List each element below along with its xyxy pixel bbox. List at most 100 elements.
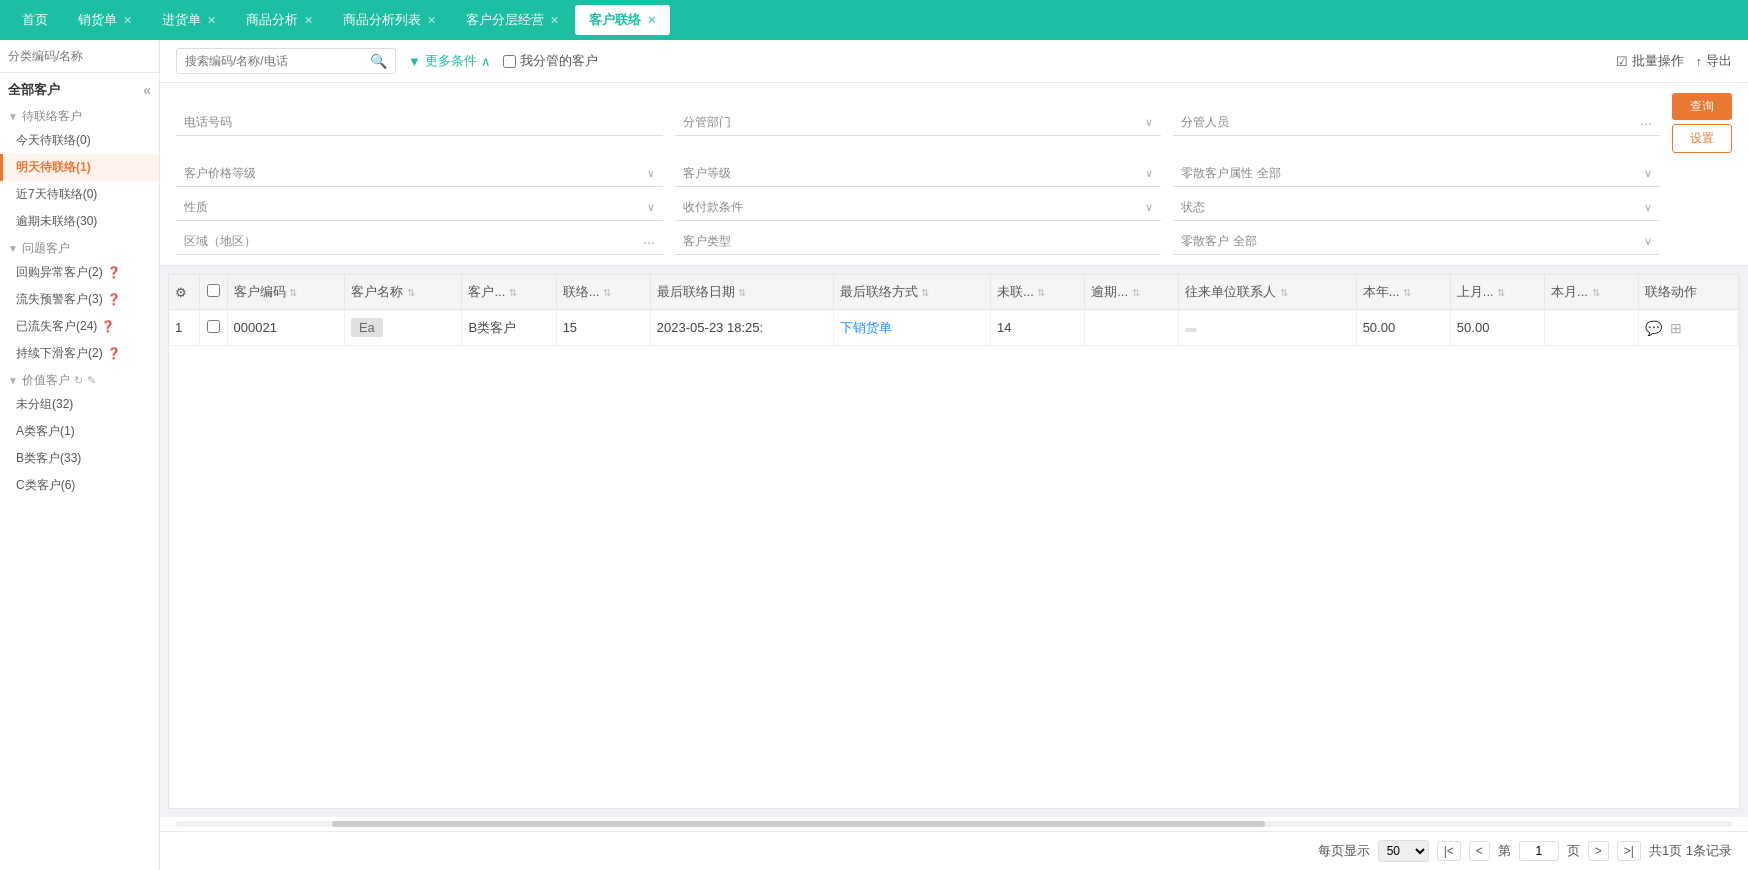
- sort-date-icon[interactable]: ⇅: [738, 287, 746, 298]
- select-all-checkbox[interactable]: [207, 284, 220, 297]
- export-button[interactable]: ↑ 导出: [1696, 52, 1733, 70]
- sort-unlisted-icon[interactable]: ⇅: [1037, 287, 1045, 298]
- export-icon: ↑: [1696, 54, 1703, 69]
- nav-product-analysis[interactable]: 商品分析 ✕: [232, 5, 327, 35]
- customer-grade-dropdown-icon[interactable]: ∨: [1145, 167, 1153, 180]
- sort-name-icon[interactable]: ⇅: [407, 287, 415, 298]
- page-size-select[interactable]: 50 100 200: [1378, 840, 1429, 862]
- toolbar-right: ☑ 批量操作 ↑ 导出: [1616, 52, 1733, 70]
- cell-code: 000021: [227, 310, 344, 346]
- sidebar-item-declining[interactable]: 持续下滑客户(2) ❓: [0, 340, 159, 367]
- sidebar-item-today-contact[interactable]: 今天待联络(0): [0, 127, 159, 154]
- nav-customer-segmentation[interactable]: 客户分层经营 ✕: [452, 5, 573, 35]
- sidebar-item-overdue-contact[interactable]: 逾期未联络(30): [0, 208, 159, 235]
- sidebar-item-ungrouped[interactable]: 未分组(32): [0, 391, 159, 418]
- row-checkbox[interactable]: [207, 320, 220, 333]
- collapse-sidebar-icon[interactable]: «: [143, 82, 151, 98]
- value-customer-edit-icon[interactable]: ✎: [87, 374, 96, 387]
- col-this-year: 本年... ⇅: [1356, 275, 1450, 310]
- close-customer-segmentation-icon[interactable]: ✕: [550, 14, 559, 27]
- my-customer-checkbox-wrap[interactable]: 我分管的客户: [503, 52, 598, 70]
- filter-manager: 分管人员 ···: [1173, 110, 1660, 136]
- last-method-link[interactable]: 下销货单: [840, 320, 892, 335]
- sort-partner-icon[interactable]: ⇅: [1280, 287, 1288, 298]
- col-partner-contact: 往来单位联系人 ⇅: [1179, 275, 1356, 310]
- prev-page-button[interactable]: <: [1469, 841, 1490, 861]
- my-customer-checkbox[interactable]: [503, 55, 516, 68]
- sort-overdue-icon[interactable]: ⇅: [1132, 287, 1140, 298]
- filter-retail-customer-label: 零散客户 全部: [1181, 233, 1256, 250]
- next-page-button[interactable]: >: [1588, 841, 1609, 861]
- payment-terms-dropdown-icon[interactable]: ∨: [1145, 201, 1153, 214]
- sort-method-icon[interactable]: ⇅: [921, 287, 929, 298]
- sort-thismonth-icon[interactable]: ⇅: [1592, 287, 1600, 298]
- region-dots-icon[interactable]: ···: [643, 234, 655, 250]
- sidebar-item-abnormal-repurchase[interactable]: 回购异常客户(2) ❓: [0, 259, 159, 286]
- sort-lastmonth-icon[interactable]: ⇅: [1497, 287, 1505, 298]
- close-product-analysis-list-icon[interactable]: ✕: [427, 14, 436, 27]
- page-label: 第: [1498, 842, 1511, 860]
- table-header-row: ⚙ 客户编码 ⇅ 客户名称 ⇅ 客户... ⇅: [169, 275, 1739, 310]
- customer-name-masked: Ea: [351, 318, 383, 337]
- close-purchase-order-icon[interactable]: ✕: [207, 14, 216, 27]
- help-icon: ❓: [107, 293, 121, 306]
- sidebar-item-class-a[interactable]: A类客户(1): [0, 418, 159, 445]
- filter-price-grade: 客户价格等级 ∨: [176, 161, 663, 187]
- sort-code-icon[interactable]: ⇅: [289, 287, 297, 298]
- retail-attr-dropdown-icon[interactable]: ∨: [1644, 167, 1652, 180]
- close-customer-contact-icon[interactable]: ✕: [647, 14, 656, 27]
- sidebar-item-class-c[interactable]: C类客户(6): [0, 472, 159, 499]
- sidebar-item-7day-contact[interactable]: 近7天待联络(0): [0, 181, 159, 208]
- filter-panel: 电话号码 分管部门 ∨ 分管人员 ··· 查询 设置 客户价格等级: [160, 83, 1748, 266]
- nav-product-analysis-list[interactable]: 商品分析列表 ✕: [329, 5, 450, 35]
- dept-dropdown-icon[interactable]: ∨: [1145, 116, 1153, 129]
- partner-masked: [1185, 328, 1197, 332]
- filter-dept-label: 分管部门: [683, 114, 753, 131]
- nav-customer-contact[interactable]: 客户联络 ✕: [575, 5, 670, 35]
- sidebar-item-churn-warning[interactable]: 流失预警客户(3) ❓: [0, 286, 159, 313]
- sort-contact-icon[interactable]: ⇅: [603, 287, 611, 298]
- filter-manager-label: 分管人员: [1181, 114, 1251, 131]
- filter-row-2: 客户价格等级 ∨ 客户等级 ∨ 零散客户属性 全部 ∨: [176, 161, 1732, 187]
- nav-purchase-order[interactable]: 进货单 ✕: [148, 5, 230, 35]
- nav-sales-order[interactable]: 销货单 ✕: [64, 5, 146, 35]
- filter-payment-terms-label: 收付款条件: [683, 199, 753, 216]
- nature-dropdown-icon[interactable]: ∨: [647, 201, 655, 214]
- batch-ops-button[interactable]: ☑ 批量操作: [1616, 52, 1684, 70]
- page-size-label: 每页显示: [1318, 842, 1370, 860]
- filter-retail-attr-label: 零散客户属性 全部: [1181, 165, 1280, 182]
- nav-home[interactable]: 首页: [8, 5, 62, 35]
- status-dropdown-icon[interactable]: ∨: [1644, 201, 1652, 214]
- sort-year-icon[interactable]: ⇅: [1403, 287, 1411, 298]
- scrollbar-thumb[interactable]: [332, 821, 1266, 827]
- search-toolbar-icon[interactable]: 🔍: [370, 53, 387, 69]
- reset-button[interactable]: 设置: [1672, 124, 1732, 153]
- last-page-button[interactable]: >|: [1617, 841, 1641, 861]
- first-page-button[interactable]: |<: [1437, 841, 1461, 861]
- sort-cat-icon[interactable]: ⇅: [509, 287, 517, 298]
- price-grade-dropdown-icon[interactable]: ∨: [647, 167, 655, 180]
- sidebar-item-churned[interactable]: 已流失客户(24) ❓: [0, 313, 159, 340]
- cell-last-method: 下销货单: [833, 310, 990, 346]
- more-filter-button[interactable]: ▼ 更多条件 ∧: [408, 52, 491, 70]
- cell-partner: [1179, 310, 1356, 346]
- close-product-analysis-icon[interactable]: ✕: [304, 14, 313, 27]
- query-button[interactable]: 查询: [1672, 93, 1732, 120]
- close-sales-order-icon[interactable]: ✕: [123, 14, 132, 27]
- chat-action-icon[interactable]: 💬: [1645, 320, 1662, 336]
- customer-table: ⚙ 客户编码 ⇅ 客户名称 ⇅ 客户... ⇅: [169, 275, 1739, 346]
- cell-contact-count: 15: [556, 310, 650, 346]
- settings-icon[interactable]: ⚙: [175, 285, 187, 300]
- manager-dots-icon[interactable]: ···: [1640, 115, 1652, 131]
- value-customer-refresh-icon[interactable]: ↻: [74, 374, 83, 387]
- search-input[interactable]: [185, 54, 370, 68]
- sidebar-item-tomorrow-contact[interactable]: 明天待联络(1): [0, 154, 159, 181]
- filter-retail-customer: 零散客户 全部 ∨: [1173, 229, 1660, 255]
- action-icons: 💬 ⊞: [1645, 320, 1732, 336]
- page-number-input[interactable]: [1519, 841, 1559, 861]
- retail-customer-dropdown-icon[interactable]: ∨: [1644, 235, 1652, 248]
- qr-action-icon[interactable]: ⊞: [1670, 320, 1682, 336]
- table-footer: 每页显示 50 100 200 |< < 第 页 > >| 共1页 1条记录: [160, 831, 1748, 870]
- sidebar-item-class-b[interactable]: B类客户(33): [0, 445, 159, 472]
- sidebar-search-input[interactable]: [8, 49, 158, 63]
